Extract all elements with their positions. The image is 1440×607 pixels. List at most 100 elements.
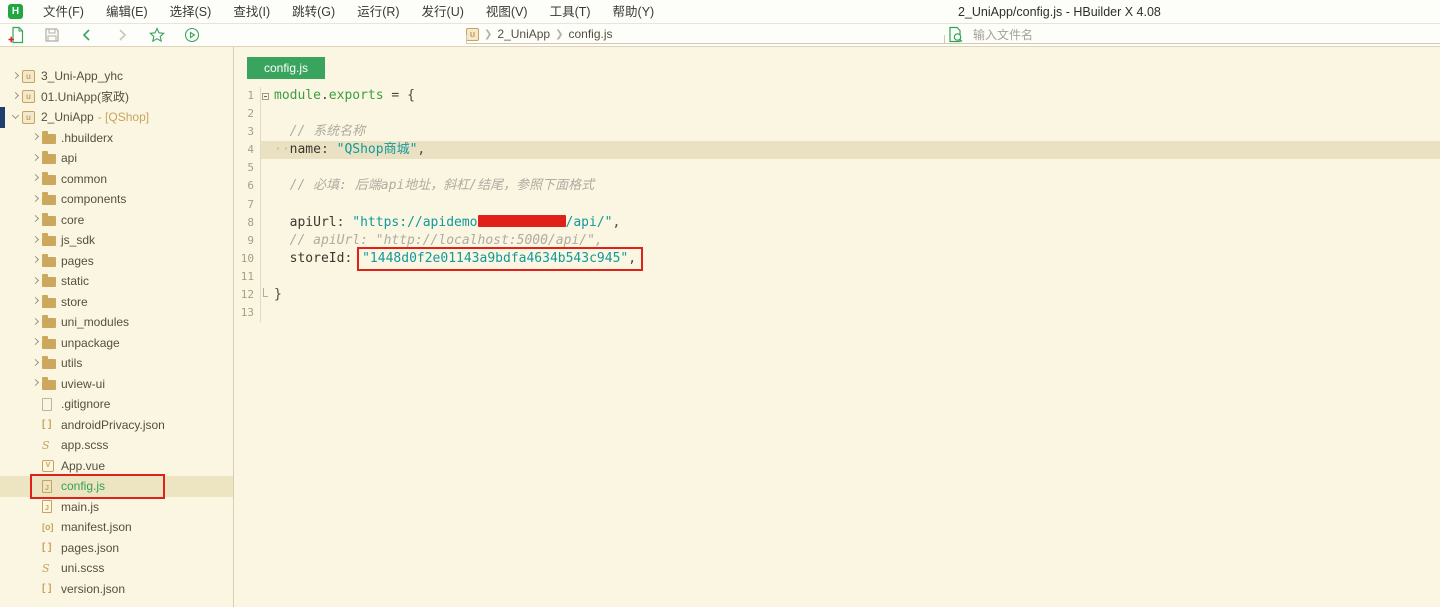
code-token: . [320, 88, 329, 103]
code-token: // 系统名称 [289, 124, 366, 140]
json-file-icon [42, 419, 51, 430]
menu-g[interactable]: 跳转(G) [284, 5, 343, 19]
code-line-1[interactable]: 1 module.exports = { [235, 87, 1440, 106]
chevron-right-icon[interactable] [28, 194, 42, 202]
line-number: 9 [247, 233, 254, 247]
gutter [260, 141, 274, 160]
folder-icon [42, 130, 56, 144]
code-line-2[interactable]: 2 [235, 105, 1440, 124]
folder-icon [42, 192, 56, 206]
menu-e[interactable]: 编辑(E) [98, 5, 156, 19]
sidebar-item-static[interactable]: static [0, 271, 233, 292]
code-token: // 必填: 后端api地址，斜杠/结尾，参照下面格式 [289, 178, 595, 194]
file-search-input[interactable]: 输入文件名 [946, 24, 1436, 44]
chevron-right-icon[interactable] [28, 235, 42, 243]
code-line-11[interactable]: 11 [235, 267, 1440, 287]
code-line-7[interactable]: 7 [235, 195, 1440, 214]
sidebar-item-version.json[interactable]: version.json [0, 579, 233, 600]
chevron-right-icon[interactable] [28, 379, 42, 387]
menu-t[interactable]: 工具(T) [542, 5, 599, 19]
sidebar-item-.hbuilderx[interactable]: .hbuilderx [0, 128, 233, 149]
json-file-icon [42, 542, 51, 553]
new-file-button[interactable] [8, 26, 26, 44]
gutter [260, 213, 274, 232]
sidebar-item-.gitignore[interactable]: .gitignore [0, 394, 233, 415]
sidebar-item-store[interactable]: store [0, 292, 233, 313]
favorite-button[interactable] [148, 26, 166, 44]
code-line-6[interactable]: 6 // 必填: 后端api地址，斜杠/结尾，参照下面格式 [235, 177, 1440, 196]
sidebar-item-pages[interactable]: pages [0, 251, 233, 272]
code-line-13[interactable]: 13 [235, 304, 1440, 323]
sidebar-item-pages.json[interactable]: pages.json [0, 538, 233, 559]
sidebar-item-app.scss[interactable]: app.scss [0, 435, 233, 456]
sidebar-item-uview-ui[interactable]: uview-ui [0, 374, 233, 395]
menu-y[interactable]: 帮助(Y) [605, 5, 663, 19]
sidebar-item-unpackage[interactable]: unpackage [0, 333, 233, 354]
sidebar-item-androidprivacy.json[interactable]: androidPrivacy.json [0, 415, 233, 436]
chevron-down-icon[interactable] [8, 111, 22, 119]
sidebar-item-uni.scss[interactable]: uni.scss [0, 558, 233, 579]
back-button[interactable] [78, 26, 96, 44]
chevron-right-icon[interactable] [28, 256, 42, 264]
menu-i[interactable]: 查找(I) [225, 5, 278, 19]
sidebar-item-core[interactable]: core [0, 210, 233, 231]
sidebar-item-config.js[interactable]: config.js [0, 474, 233, 499]
chevron-right-icon[interactable] [28, 215, 42, 223]
sidebar-item-main.js[interactable]: main.js [0, 497, 233, 518]
menu-f[interactable]: 文件(F) [35, 5, 92, 19]
chevron-right-icon[interactable] [28, 338, 42, 346]
sidebar-item-01.uniapp[interactable]: 01.UniApp(家政) [0, 87, 233, 108]
chevron-right-icon[interactable] [28, 358, 42, 366]
chevron-right-icon[interactable] [8, 92, 22, 100]
sidebar-item-3_uni-app_yhc[interactable]: 3_Uni-App_yhc [0, 66, 233, 87]
fold-marker[interactable] [260, 87, 274, 106]
save-button[interactable] [43, 26, 61, 44]
menu-v[interactable]: 视图(V) [478, 5, 536, 19]
gutter [260, 105, 274, 124]
chevron-right-icon[interactable] [28, 133, 42, 141]
menu-r[interactable]: 运行(R) [349, 5, 407, 19]
sidebar-item-utils[interactable]: utils [0, 353, 233, 374]
breadcrumb-file[interactable]: config.js [569, 27, 613, 41]
chevron-right-icon[interactable] [28, 297, 42, 305]
sidebar-item-api[interactable]: api [0, 148, 233, 169]
code-line-10[interactable]: 10 storeId: "1448d0f2e01143a9bdfa4634b54… [235, 246, 1440, 271]
code-token: apiUrl [289, 214, 337, 230]
code-token: } [274, 287, 282, 303]
code-token: "https://apidemo [352, 214, 478, 230]
sidebar-item-app.vue[interactable]: App.vue [0, 456, 233, 477]
menu-s[interactable]: 选择(S) [162, 5, 220, 19]
tab-config-js[interactable]: config.js [247, 57, 326, 79]
sidebar-item-label: androidPrivacy.json [61, 417, 165, 432]
json-file-icon [42, 583, 51, 594]
code-line-3[interactable]: 3 // 系统名称 [235, 123, 1440, 142]
sidebar-item-js_sdk[interactable]: js_sdk [0, 230, 233, 251]
sidebar-item-uni_modules[interactable]: uni_modules [0, 312, 233, 333]
sidebar-item-label: core [61, 212, 85, 227]
code-line-8[interactable]: 8 apiUrl: "https://apidemo/api/", [235, 213, 1440, 232]
forward-button[interactable] [113, 26, 131, 44]
code-line-12[interactable]: 12} [235, 286, 1440, 305]
code-line-4[interactable]: 4 ··name: "QShop商城", [235, 141, 1440, 160]
sidebar-item-common[interactable]: common [0, 169, 233, 190]
menu-u[interactable]: 发行(U) [414, 5, 472, 19]
chevron-right-icon[interactable] [28, 153, 42, 161]
chevron-right-icon[interactable] [28, 174, 42, 182]
folder-icon [42, 356, 56, 370]
sidebar-item-components[interactable]: components [0, 189, 233, 210]
folder-icon [42, 274, 56, 288]
code-line-5[interactable]: 5 [235, 159, 1440, 178]
line-number: 12 [240, 288, 254, 302]
chevron-right-icon[interactable] [28, 317, 42, 325]
line-number: 11 [240, 269, 254, 283]
sidebar-item-manifest.json[interactable]: manifest.json [0, 517, 233, 538]
run-button[interactable] [183, 26, 201, 44]
breadcrumb-project[interactable]: 2_UniApp [497, 27, 550, 41]
chevron-right-icon[interactable] [8, 71, 22, 79]
chevron-right-icon[interactable] [28, 276, 42, 284]
sidebar-item-2_uniapp[interactable]: 2_UniApp- [QShop] [0, 107, 233, 128]
